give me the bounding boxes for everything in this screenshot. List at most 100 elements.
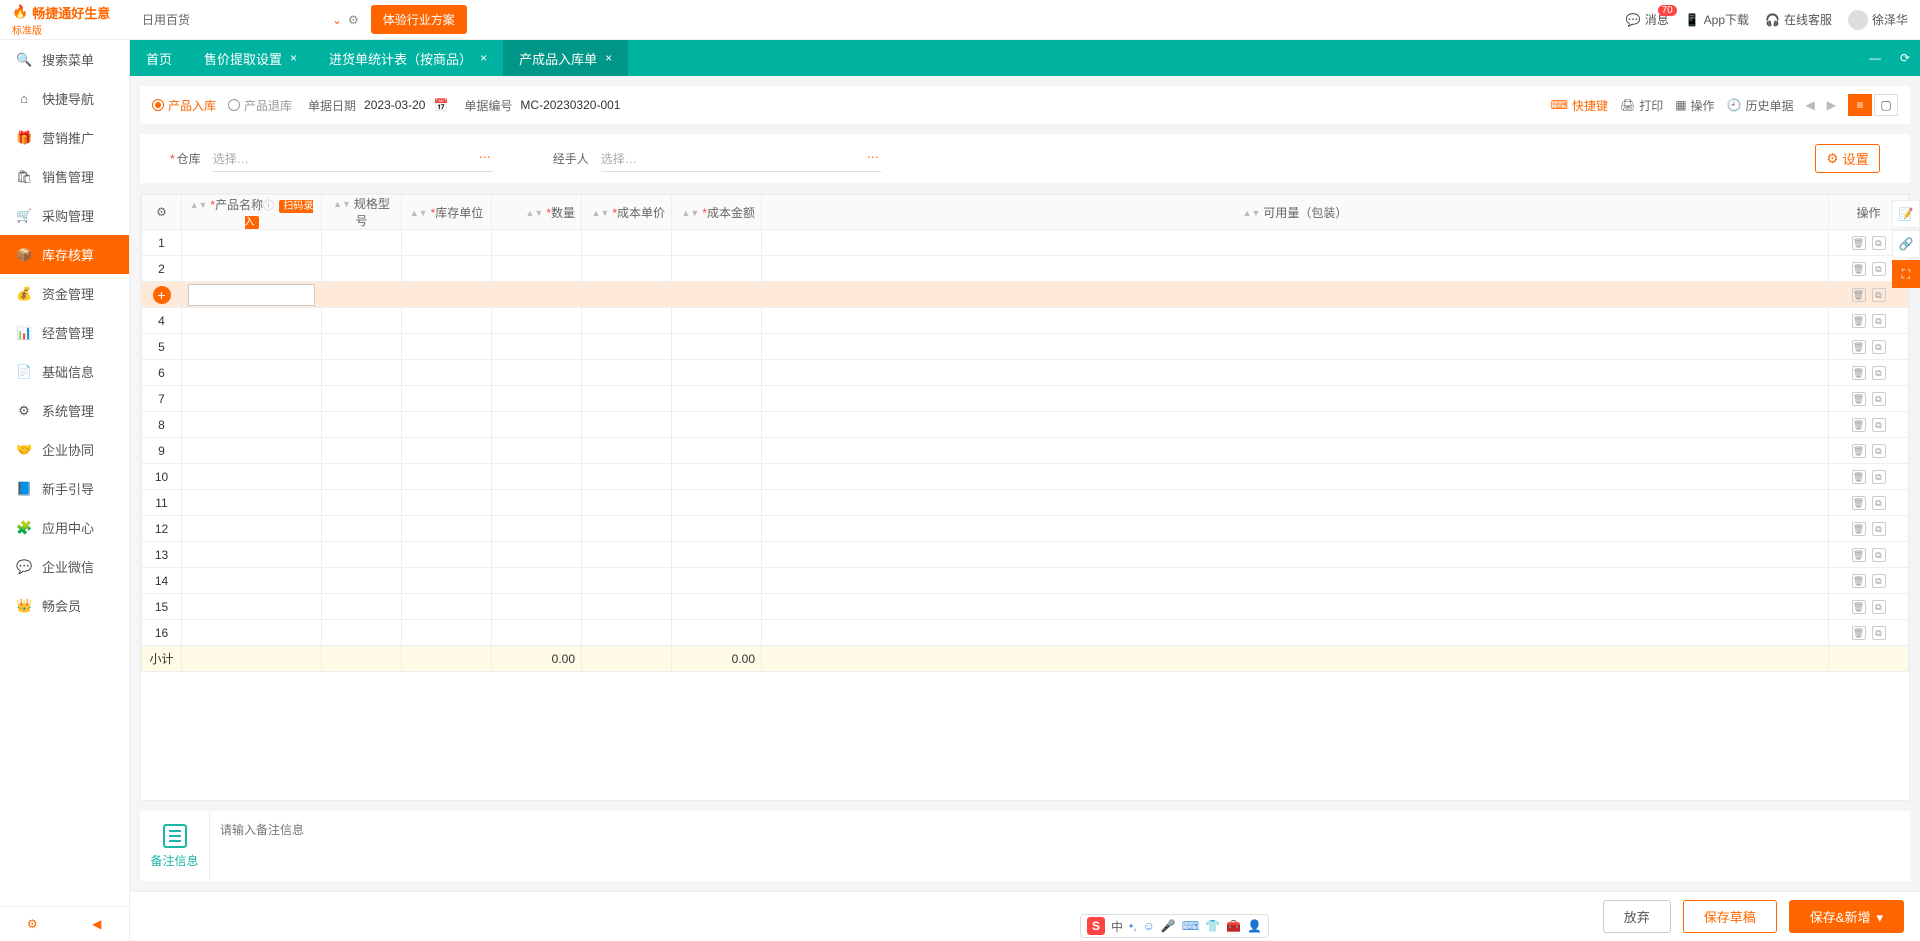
copy-row-icon[interactable]: ⧉ xyxy=(1872,366,1886,380)
print-link[interactable]: 🖨 打印 xyxy=(1620,97,1663,114)
form-settings-button[interactable]: ⚙ 设置 xyxy=(1815,144,1880,173)
table-row[interactable]: 5🗑⧉ xyxy=(142,334,1909,360)
user-menu[interactable]: 徐泽华 xyxy=(1848,10,1908,30)
gear-icon[interactable]: ⚙ xyxy=(348,13,359,27)
ime-voice-icon[interactable]: 🎤 xyxy=(1161,919,1176,933)
sidebar-item[interactable]: 📊经营管理 xyxy=(0,313,129,352)
col-settings[interactable]: ⚙ xyxy=(142,195,182,230)
sidebar-item[interactable]: 👑畅会员 xyxy=(0,586,129,625)
col-amount[interactable]: ▲▼*成本金额 xyxy=(672,195,762,230)
delete-row-icon[interactable]: 🗑 xyxy=(1852,314,1866,328)
shortcut-link[interactable]: ⌨ 快捷键 xyxy=(1551,97,1608,114)
table-row[interactable]: 6🗑⧉ xyxy=(142,360,1909,386)
store-selector[interactable]: 日用百货 ⌄ xyxy=(142,11,342,28)
table-row[interactable]: 7🗑⧉ xyxy=(142,386,1909,412)
add-row-button[interactable]: + xyxy=(153,286,171,304)
ime-emoji-icon[interactable]: ☺ xyxy=(1143,919,1155,933)
copy-row-icon[interactable]: ⧉ xyxy=(1872,418,1886,432)
copy-row-icon[interactable]: ⧉ xyxy=(1872,574,1886,588)
delete-row-icon[interactable]: 🗑 xyxy=(1852,626,1866,640)
delete-row-icon[interactable]: 🗑 xyxy=(1852,392,1866,406)
table-row[interactable]: 13🗑⧉ xyxy=(142,542,1909,568)
app-download-link[interactable]: 📱 App下载 xyxy=(1685,11,1749,28)
handler-select[interactable]: 选择… ⋯ xyxy=(601,146,881,172)
trial-button[interactable]: 体验行业方案 xyxy=(371,5,467,34)
messages-link[interactable]: 💬 消息 70 xyxy=(1626,11,1669,28)
table-row[interactable]: 8🗑⧉ xyxy=(142,412,1909,438)
copy-row-icon[interactable]: ⧉ xyxy=(1872,288,1886,302)
history-link[interactable]: 🕘 历史单据 xyxy=(1727,97,1794,114)
rail-note-button[interactable]: 📝 xyxy=(1892,200,1920,228)
col-spec[interactable]: ▲▼规格型号 xyxy=(322,195,402,230)
copy-row-icon[interactable]: ⧉ xyxy=(1872,444,1886,458)
copy-row-icon[interactable]: ⧉ xyxy=(1872,522,1886,536)
delete-row-icon[interactable]: 🗑 xyxy=(1852,236,1866,250)
delete-row-icon[interactable]: 🗑 xyxy=(1852,548,1866,562)
sidebar-item[interactable]: 🛒采购管理 xyxy=(0,196,129,235)
tab[interactable]: 首页 xyxy=(130,40,188,76)
copy-row-icon[interactable]: ⧉ xyxy=(1872,626,1886,640)
view-list-button[interactable]: ≡ xyxy=(1848,94,1872,116)
sidebar-item[interactable]: ⚙系统管理 xyxy=(0,391,129,430)
sidebar-item[interactable]: 🧩应用中心 xyxy=(0,508,129,547)
table-row[interactable]: 10🗑⧉ xyxy=(142,464,1909,490)
sidebar-item[interactable]: 📘新手引导 xyxy=(0,469,129,508)
product-name-input[interactable] xyxy=(188,284,315,306)
radio-product-in[interactable]: 产品入库 xyxy=(152,97,216,114)
col-qty[interactable]: ▲▼*数量 xyxy=(492,195,582,230)
next-icon[interactable]: ▶ xyxy=(1827,98,1836,112)
tab[interactable]: 售价提取设置× xyxy=(188,40,313,76)
sidebar-collapse-button[interactable]: ◀ xyxy=(65,907,130,941)
radio-product-out[interactable]: 产品退库 xyxy=(228,97,292,114)
save-new-button[interactable]: 保存&新增▾ xyxy=(1789,900,1904,933)
copy-row-icon[interactable]: ⧉ xyxy=(1872,600,1886,614)
delete-row-icon[interactable]: 🗑 xyxy=(1852,470,1866,484)
table-row[interactable]: 9🗑⧉ xyxy=(142,438,1909,464)
copy-row-icon[interactable]: ⧉ xyxy=(1872,392,1886,406)
prev-icon[interactable]: ◀ xyxy=(1806,98,1815,112)
tab[interactable]: 进货单统计表（按商品）× xyxy=(313,40,503,76)
operate-link[interactable]: ▦ 操作 xyxy=(1675,97,1714,114)
rail-expand-button[interactable]: ⛶ xyxy=(1892,260,1920,288)
col-available[interactable]: ▲▼可用量（包装） xyxy=(762,195,1829,230)
tab-minimize-button[interactable]: — xyxy=(1860,40,1890,76)
table-row[interactable]: 4🗑⧉ xyxy=(142,308,1909,334)
sidebar-item[interactable]: 📄基础信息 xyxy=(0,352,129,391)
ime-skin-icon[interactable]: 👕 xyxy=(1205,919,1220,933)
delete-row-icon[interactable]: 🗑 xyxy=(1852,496,1866,510)
table-row[interactable]: 16🗑⧉ xyxy=(142,620,1909,646)
ime-toolbox-icon[interactable]: 🧰 xyxy=(1226,919,1241,933)
close-icon[interactable]: × xyxy=(480,51,487,65)
sidebar-item[interactable]: 📦库存核算 xyxy=(0,235,129,274)
table-row[interactable]: 2🗑⧉ xyxy=(142,256,1909,282)
copy-row-icon[interactable]: ⧉ xyxy=(1872,236,1886,250)
delete-row-icon[interactable]: 🗑 xyxy=(1852,340,1866,354)
delete-row-icon[interactable]: 🗑 xyxy=(1852,574,1866,588)
discard-button[interactable]: 放弃 xyxy=(1603,900,1671,933)
view-card-button[interactable]: ▢ xyxy=(1874,94,1898,116)
rail-link-button[interactable]: 🔗 xyxy=(1892,230,1920,258)
col-unit[interactable]: ▲▼*库存单位 xyxy=(402,195,492,230)
ime-punct-icon[interactable]: •, xyxy=(1129,919,1137,933)
delete-row-icon[interactable]: 🗑 xyxy=(1852,366,1866,380)
sidebar-item[interactable]: 🤝企业协同 xyxy=(0,430,129,469)
sidebar-item[interactable]: 💰资金管理 xyxy=(0,274,129,313)
sidebar-item[interactable]: 💬企业微信 xyxy=(0,547,129,586)
close-icon[interactable]: × xyxy=(605,51,612,65)
copy-row-icon[interactable]: ⧉ xyxy=(1872,340,1886,354)
col-price[interactable]: ▲▼*成本单价 xyxy=(582,195,672,230)
close-icon[interactable]: × xyxy=(290,51,297,65)
copy-row-icon[interactable]: ⧉ xyxy=(1872,470,1886,484)
table-row[interactable]: 15🗑⧉ xyxy=(142,594,1909,620)
warehouse-select[interactable]: 选择… ⋯ xyxy=(213,146,493,172)
doc-date-field[interactable]: 单据日期 2023-03-20 📅 xyxy=(308,97,448,114)
tab[interactable]: 产成品入库单× xyxy=(503,40,628,76)
ime-toolbar[interactable]: S 中 •, ☺ 🎤 ⌨ 👕 🧰 👤 xyxy=(1080,914,1269,938)
save-draft-button[interactable]: 保存草稿 xyxy=(1683,900,1777,933)
delete-row-icon[interactable]: 🗑 xyxy=(1852,418,1866,432)
support-link[interactable]: 🎧 在线客服 xyxy=(1765,11,1832,28)
sidebar-item[interactable]: 🔍搜索菜单 xyxy=(0,40,129,79)
ime-keyboard-icon[interactable]: ⌨ xyxy=(1182,919,1199,933)
delete-row-icon[interactable]: 🗑 xyxy=(1852,600,1866,614)
sidebar-settings-button[interactable]: ⚙ xyxy=(0,907,65,941)
